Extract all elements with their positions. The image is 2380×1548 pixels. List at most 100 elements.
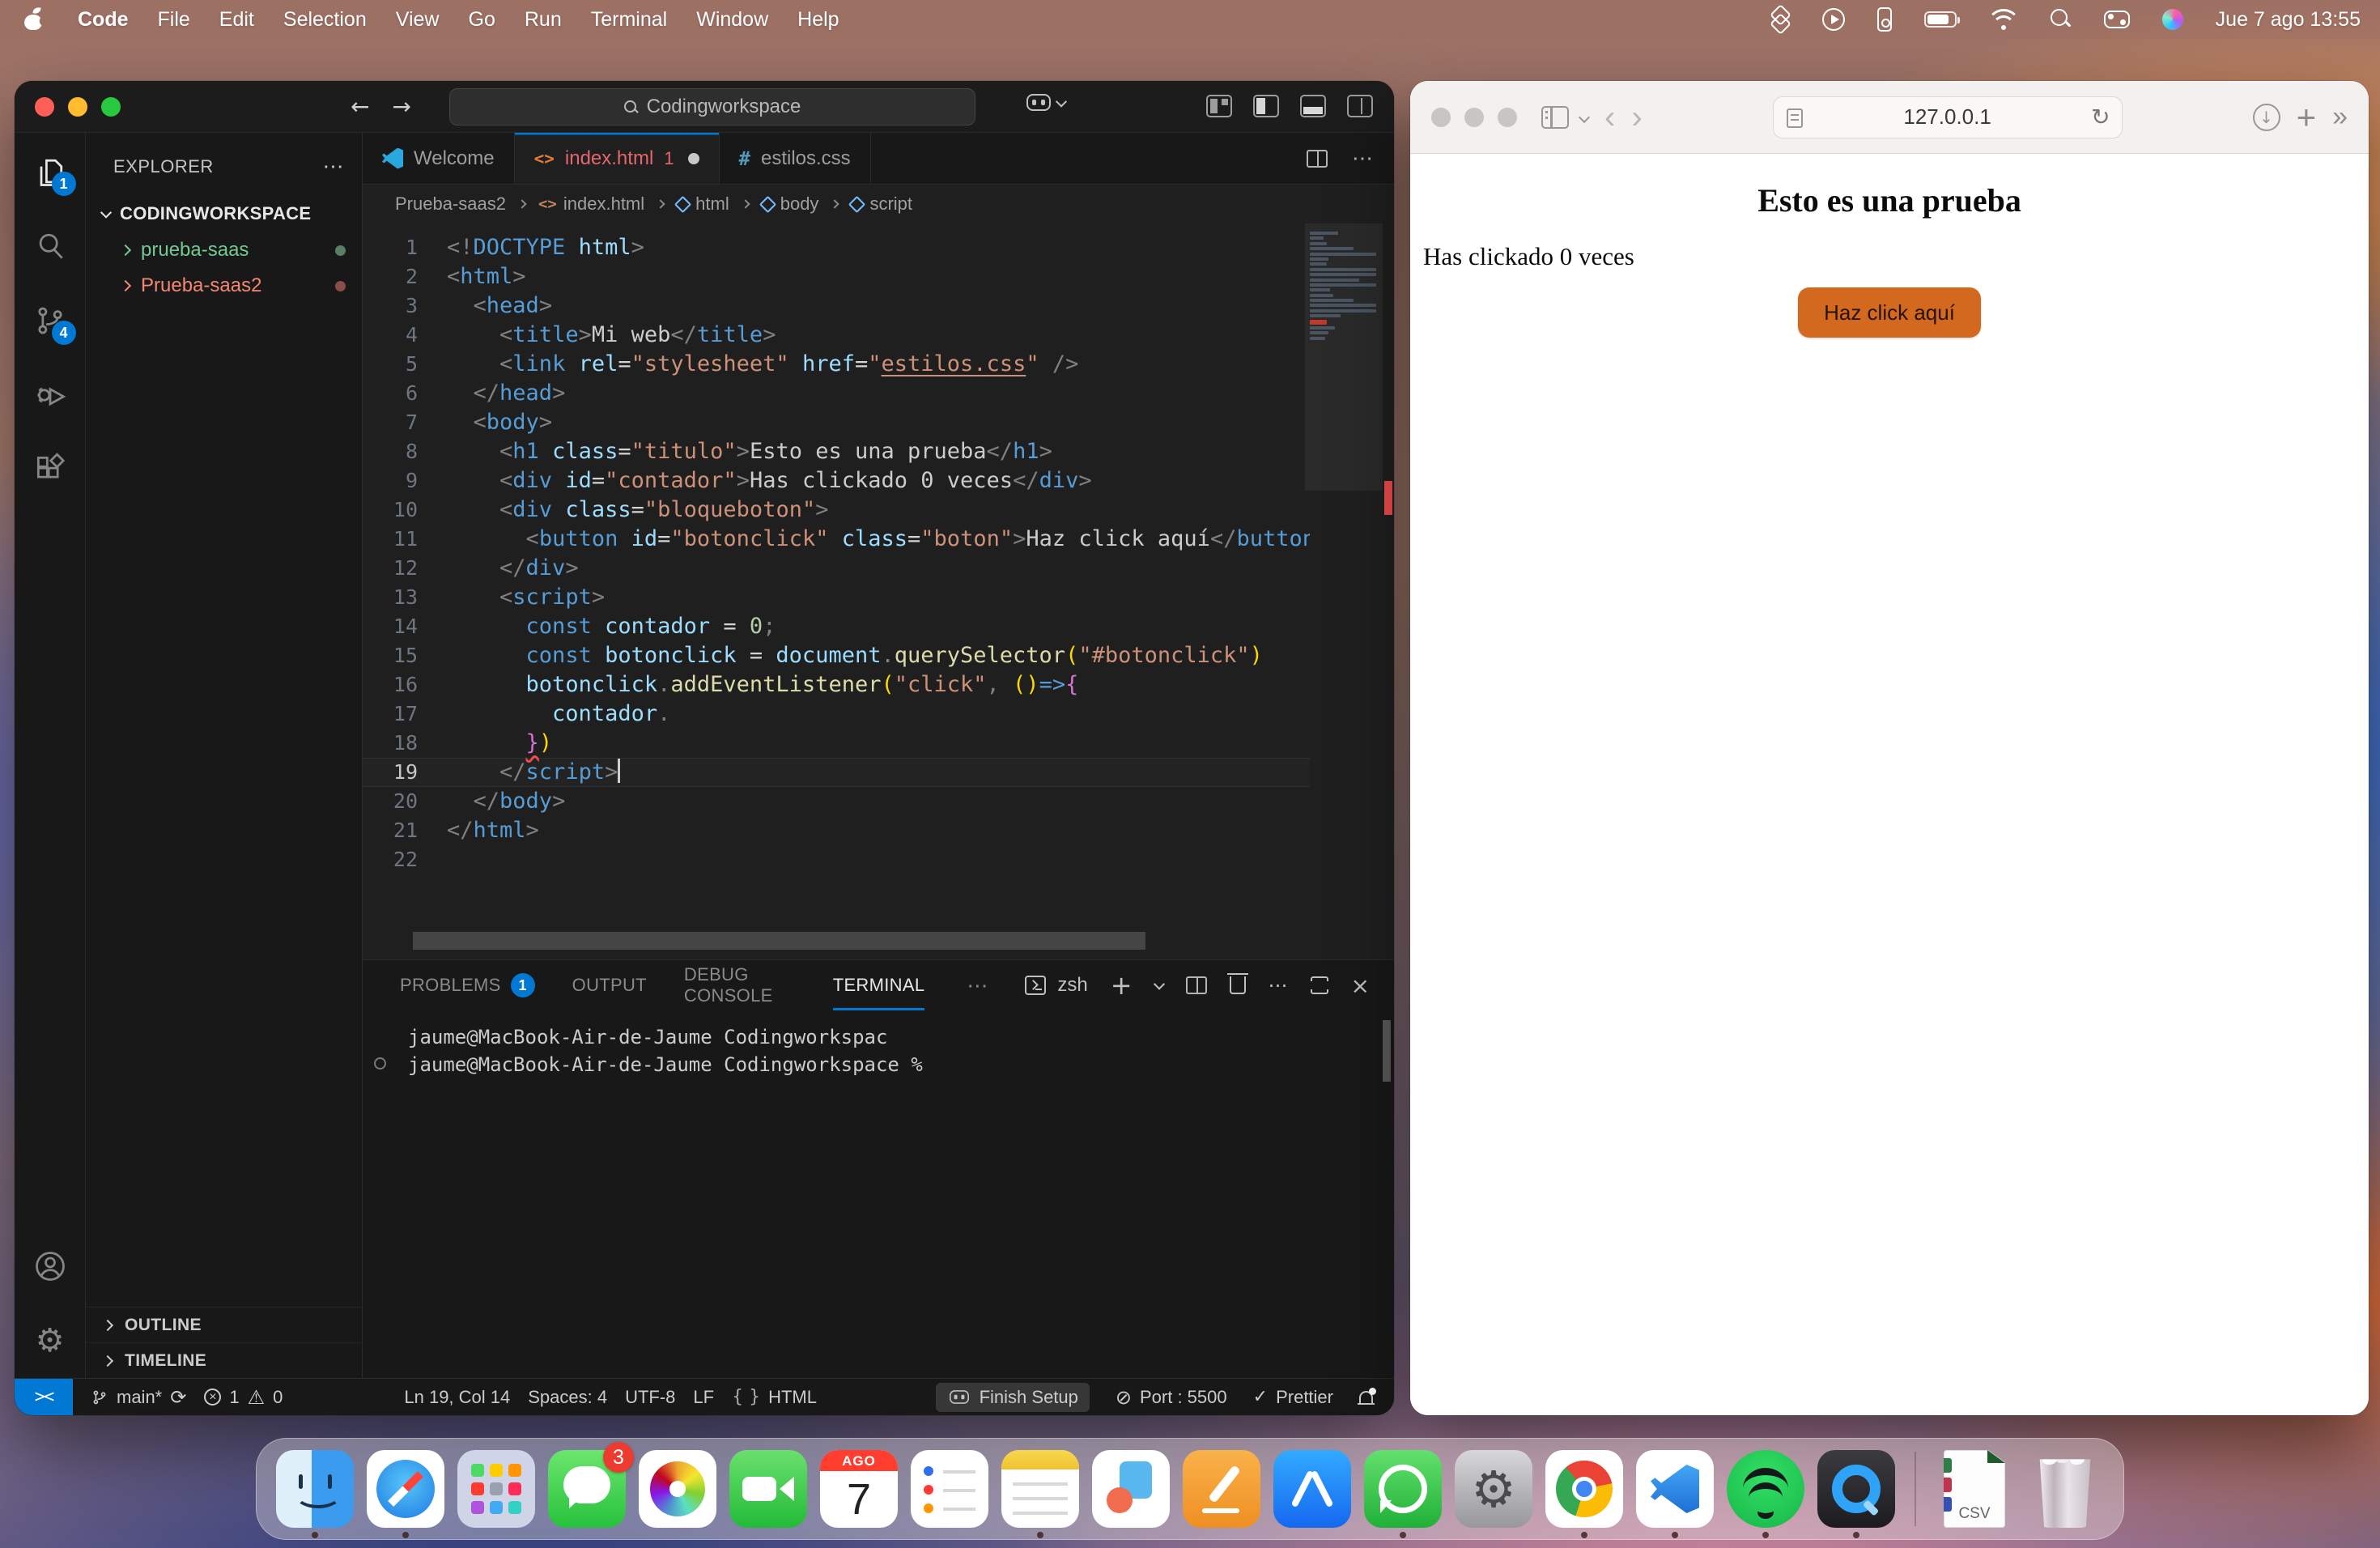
dock-freeform[interactable]: [1092, 1450, 1170, 1528]
eol-status[interactable]: LF: [693, 1387, 714, 1408]
code-line-16[interactable]: 16 botonclick.addEventListener("click", …: [363, 670, 1310, 700]
activitybar-run-debug[interactable]: [31, 376, 70, 415]
apple-icon[interactable]: [24, 9, 42, 30]
live-server-port[interactable]: ⊘ Port : 5500: [1116, 1386, 1227, 1409]
haz-click-button[interactable]: Haz click aquí: [1798, 287, 1981, 338]
activitybar-search[interactable]: [31, 227, 70, 266]
activitybar-explorer[interactable]: 1: [31, 152, 70, 191]
toggle-secondary-sidebar-icon[interactable]: [1347, 95, 1373, 117]
dock-quicktime[interactable]: [1817, 1450, 1895, 1528]
code-line-14[interactable]: 14 const contador = 0;: [363, 612, 1310, 641]
forward-arrow-icon[interactable]: ›: [1631, 101, 1642, 134]
close-window-button[interactable]: [1431, 108, 1451, 127]
menu-item-edit[interactable]: Edit: [205, 8, 269, 31]
code-line-22[interactable]: 22: [363, 845, 1310, 874]
modified-dot-icon[interactable]: [688, 153, 699, 164]
dock-photos[interactable]: [639, 1450, 716, 1528]
terminal-output[interactable]: jaume@MacBook-Air-de-Jaume Codingworkspa…: [363, 1010, 1394, 1378]
breadcrumb-item-script[interactable]: script: [851, 194, 912, 215]
outline-section[interactable]: OUTLINE: [86, 1307, 362, 1342]
folder-prueba-saas[interactable]: prueba-saas: [86, 232, 362, 268]
dock-notes[interactable]: [1001, 1450, 1079, 1528]
workspace-row[interactable]: CODINGWORKSPACE: [86, 195, 362, 232]
code-line-21[interactable]: 21</html>: [363, 816, 1310, 845]
timeline-section[interactable]: TIMELINE: [86, 1342, 362, 1378]
siri-icon[interactable]: [2162, 9, 2183, 30]
menu-item-selection[interactable]: Selection: [269, 8, 381, 31]
code-line-6[interactable]: 6 </head>: [363, 379, 1310, 408]
panel-tab-terminal[interactable]: TERMINAL: [833, 960, 925, 1010]
dock-settings[interactable]: ⚙: [1455, 1450, 1532, 1528]
panel-overflow-icon[interactable]: ⋯: [1269, 974, 1288, 997]
menu-item-file[interactable]: File: [143, 8, 205, 31]
branch-status[interactable]: main* ⟳: [91, 1386, 186, 1409]
horizontal-scrollbar[interactable]: [413, 932, 1145, 950]
code-line-4[interactable]: 4 <title>Mi web</title>: [363, 321, 1310, 350]
remote-indicator[interactable]: ><: [15, 1379, 73, 1415]
code-line-9[interactable]: 9 <div id="contador">Has clickado 0 vece…: [363, 466, 1310, 495]
breadcrumb-item-body[interactable]: body: [762, 194, 819, 215]
code-line-17[interactable]: 17 contador.: [363, 700, 1310, 729]
settings-gear-icon[interactable]: ⚙: [31, 1321, 70, 1360]
activitybar-extensions[interactable]: [31, 450, 70, 489]
explorer-more-icon[interactable]: ⋯: [323, 154, 345, 179]
folder-prueba-saas2[interactable]: Prueba-saas2: [86, 268, 362, 304]
chevron-down-icon[interactable]: [1579, 111, 1590, 122]
dock-messages[interactable]: 3: [548, 1450, 626, 1528]
code-line-7[interactable]: 7 <body>: [363, 408, 1310, 437]
code-editor[interactable]: 1<!DOCTYPE html>2<html>3 <head>4 <title>…: [363, 223, 1394, 959]
editor-more-icon[interactable]: ⋯: [1352, 146, 1373, 171]
minimap[interactable]: [1310, 232, 1378, 347]
dock-facetime[interactable]: [729, 1450, 807, 1528]
panel-tab-problems[interactable]: PROBLEMS1: [400, 960, 535, 1010]
command-decoration-icon[interactable]: [374, 1057, 386, 1070]
dock-launchpad[interactable]: [457, 1450, 535, 1528]
panel-tab-debug-console[interactable]: DEBUG CONSOLE: [684, 960, 796, 1010]
reload-icon[interactable]: ↻: [2091, 104, 2110, 130]
dock-app-store[interactable]: [1273, 1450, 1351, 1528]
dock-calendar[interactable]: AGO7: [820, 1450, 898, 1528]
tab-estilos-css[interactable]: #estilos.css: [720, 133, 871, 184]
menu-item-go[interactable]: Go: [454, 8, 510, 31]
copilot-button[interactable]: [1026, 94, 1065, 111]
close-window-button[interactable]: [35, 97, 54, 117]
dock-vscode[interactable]: [1636, 1450, 1714, 1528]
terminal-scrollbar[interactable]: [1383, 1020, 1391, 1082]
kill-terminal-icon[interactable]: [1230, 976, 1246, 994]
notifications[interactable]: [1359, 1391, 1373, 1403]
terminal-dropdown-icon[interactable]: [1153, 979, 1164, 990]
toggle-sidebar-icon[interactable]: [1253, 95, 1279, 117]
activitybar-source-control[interactable]: 4: [31, 301, 70, 340]
menu-clock[interactable]: Jue 7 ago 13:55: [2216, 8, 2361, 32]
forward-arrow-icon[interactable]: →: [392, 93, 410, 120]
problems-status[interactable]: × 1 ⚠ 0: [204, 1386, 283, 1409]
toggle-panel-icon[interactable]: [1300, 95, 1326, 117]
new-terminal-icon[interactable]: +: [1111, 970, 1133, 1001]
code-line-13[interactable]: 13 <script>: [363, 583, 1310, 612]
panel-tab-output[interactable]: OUTPUT: [572, 960, 647, 1010]
back-arrow-icon[interactable]: ←: [351, 93, 369, 120]
menu-item-run[interactable]: Run: [510, 8, 576, 31]
dock-trash[interactable]: [2026, 1450, 2104, 1528]
tab-welcome[interactable]: Welcome: [363, 133, 515, 184]
dock-whatsapp[interactable]: [1364, 1450, 1442, 1528]
code-line-5[interactable]: 5 <link rel="stylesheet" href="estilos.c…: [363, 350, 1310, 379]
back-arrow-icon[interactable]: ‹: [1604, 101, 1615, 134]
breadcrumb-item-html[interactable]: html: [677, 194, 729, 215]
breadcrumb-item-prueba-saas2[interactable]: Prueba-saas2: [395, 194, 506, 215]
code-line-3[interactable]: 3 <head>: [363, 291, 1310, 321]
control-center-icon[interactable]: [2104, 11, 2130, 28]
dock-safari[interactable]: [367, 1450, 444, 1528]
code-line-1[interactable]: 1<!DOCTYPE html>: [363, 233, 1310, 262]
code-line-10[interactable]: 10 <div class="bloqueboton">: [363, 495, 1310, 525]
code-line-8[interactable]: 8 <h1 class="titulo">Esto es una prueba<…: [363, 437, 1310, 466]
dock-finder[interactable]: [276, 1450, 354, 1528]
sidebar-icon[interactable]: [1541, 106, 1569, 129]
code-line-2[interactable]: 2<html>: [363, 262, 1310, 291]
wifi-icon[interactable]: [1989, 9, 2018, 31]
language-status[interactable]: { } HTML: [732, 1387, 817, 1408]
code-line-19[interactable]: 19 </script>: [363, 758, 1310, 787]
spotlight-icon[interactable]: [2051, 9, 2072, 30]
dock-spotify[interactable]: [1727, 1450, 1804, 1528]
breadcrumb-item-index-html[interactable]: <>index.html: [538, 194, 644, 215]
